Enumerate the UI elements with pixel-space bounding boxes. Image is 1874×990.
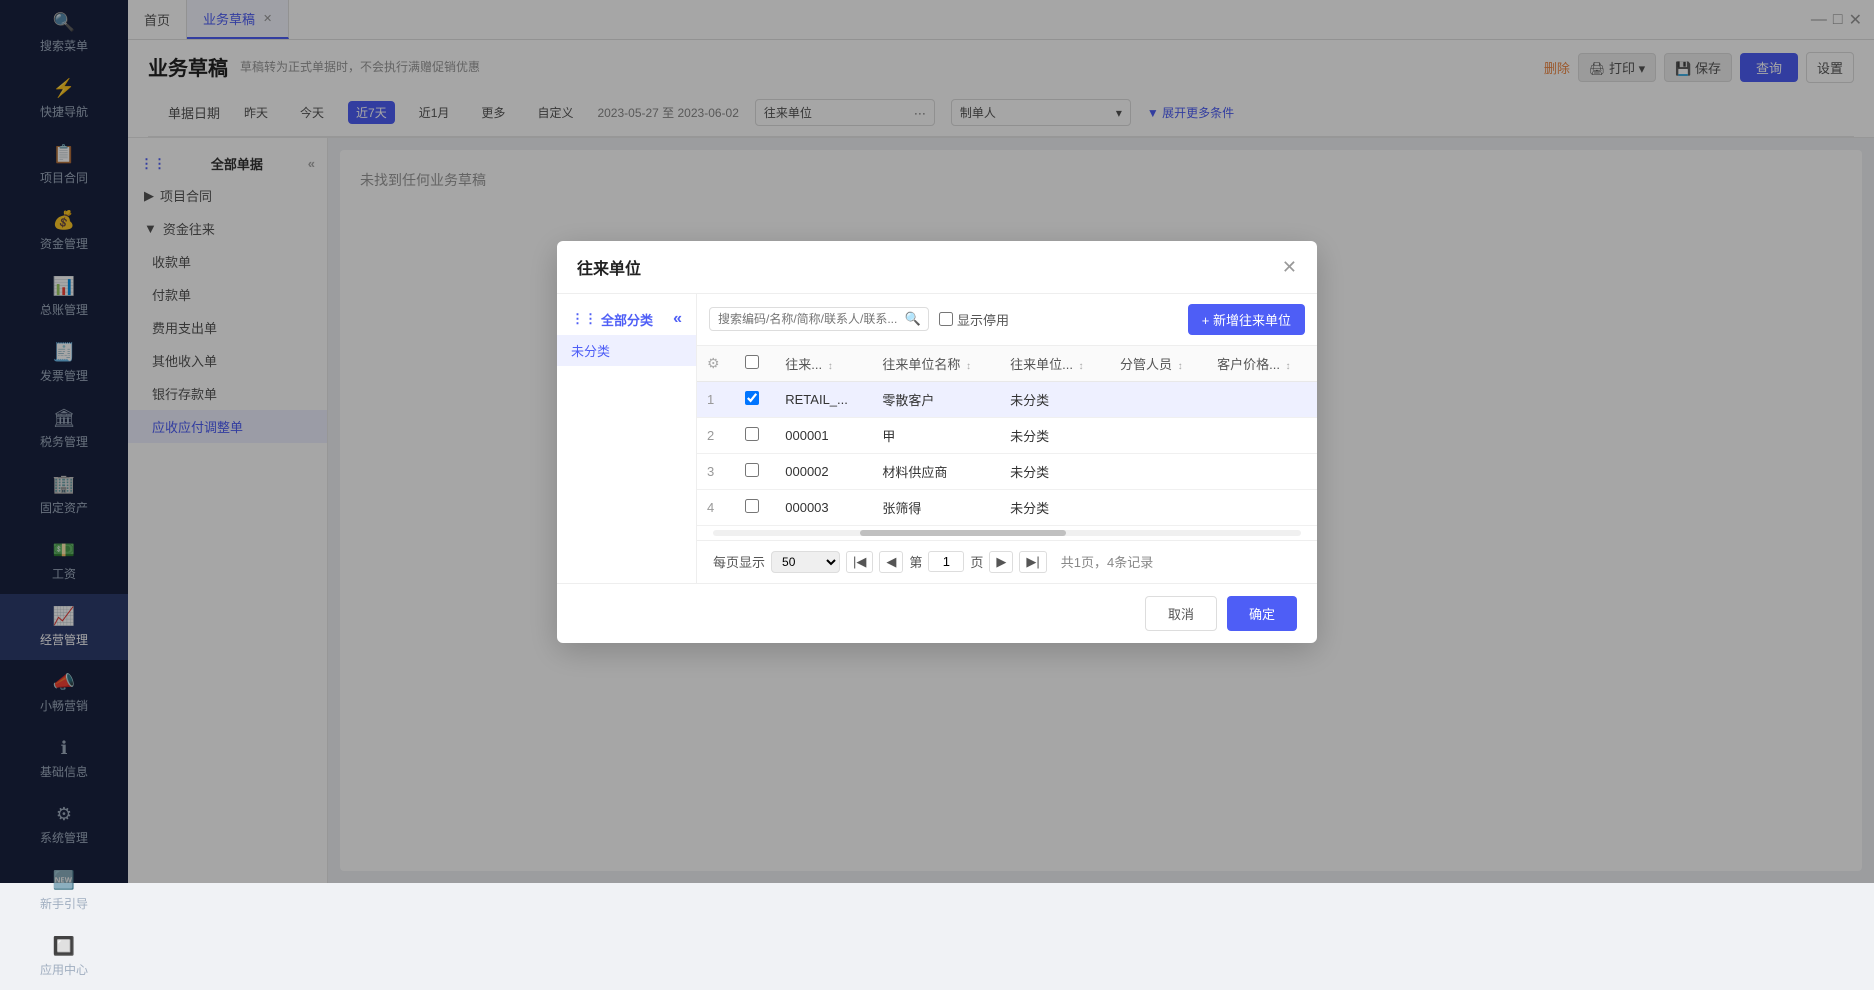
table-row[interactable]: 3 000002 材料供应商 未分类 (697, 453, 1317, 489)
row-manager (1110, 489, 1207, 525)
modal-footer: 取消 确定 (557, 583, 1317, 643)
row-category: 未分类 (1000, 381, 1110, 417)
row-checkbox-cell (735, 381, 775, 417)
table-scrollbar[interactable] (713, 530, 1301, 536)
row-code: 000002 (775, 453, 872, 489)
row-price-level (1207, 489, 1317, 525)
show-disabled-checkbox[interactable] (939, 312, 953, 326)
add-counterpart-button[interactable]: + 新增往来单位 (1188, 304, 1305, 335)
page-last-btn[interactable]: ▶| (1019, 551, 1046, 573)
page-size-select[interactable]: 50 10 20 100 (771, 551, 840, 573)
row-checkbox-cell (735, 489, 775, 525)
row-category: 未分类 (1000, 453, 1110, 489)
scrollbar-thumb[interactable] (860, 530, 1066, 536)
col-manager[interactable]: 分管人员 ↕ (1110, 346, 1207, 382)
page-number-label: 第 (909, 552, 922, 571)
page-number-input[interactable] (928, 551, 964, 572)
show-disabled-label[interactable]: 显示停用 (939, 310, 1009, 329)
col-code[interactable]: 往来... ↕ (775, 346, 872, 382)
table-row[interactable]: 2 000001 甲 未分类 (697, 417, 1317, 453)
page-first-btn[interactable]: |◀ (846, 551, 873, 573)
row-checkbox[interactable] (745, 463, 759, 477)
row-price-level (1207, 453, 1317, 489)
counterpart-modal: 往来单位 ✕ ⋮⋮ 全部分类 « 未分类 (557, 241, 1317, 643)
row-checkbox-cell (735, 453, 775, 489)
data-toolbar: 🔍 显示停用 + 新增往来单位 (697, 294, 1317, 346)
col-gear: ⚙ (697, 346, 735, 382)
data-panel: 🔍 显示停用 + 新增往来单位 ⚙ (697, 294, 1317, 583)
row-num: 1 (697, 381, 735, 417)
modal-header: 往来单位 ✕ (557, 241, 1317, 294)
row-name: 甲 (872, 417, 1000, 453)
modal-body: ⋮⋮ 全部分类 « 未分类 🔍 显示停 (557, 294, 1317, 583)
row-num: 2 (697, 417, 735, 453)
sidebar-item-app-center[interactable]: 🔲 应用中心 (0, 924, 128, 990)
col-category[interactable]: 往来单位... ↕ (1000, 346, 1110, 382)
row-price-level (1207, 381, 1317, 417)
row-code: RETAIL_... (775, 381, 872, 417)
table-container: ⚙ 往来... ↕ 往来单位名称 ↕ 往来单位... ↕ 分管人员 ↕ 客户价格… (697, 346, 1317, 526)
row-num: 4 (697, 489, 735, 525)
row-checkbox[interactable] (745, 427, 759, 441)
search-icon: 🔍 (905, 311, 921, 327)
row-checkbox-cell (735, 417, 775, 453)
table-row[interactable]: 4 000003 张筛得 未分类 (697, 489, 1317, 525)
category-item-uncategorized[interactable]: 未分类 (557, 335, 696, 366)
total-info: 共1页，4条记录 (1061, 552, 1153, 571)
counterpart-table: ⚙ 往来... ↕ 往来单位名称 ↕ 往来单位... ↕ 分管人员 ↕ 客户价格… (697, 346, 1317, 526)
page-next-btn[interactable]: ▶ (989, 551, 1013, 573)
row-category: 未分类 (1000, 489, 1110, 525)
row-manager (1110, 381, 1207, 417)
sidebar-label-guide: 新手引导 (40, 895, 88, 912)
row-price-level (1207, 417, 1317, 453)
category-title-label: 全部分类 (601, 310, 653, 329)
row-checkbox[interactable] (745, 499, 759, 513)
category-panel: ⋮⋮ 全部分类 « 未分类 (557, 294, 697, 583)
page-size-label: 每页显示 (713, 552, 765, 571)
row-name: 零散客户 (872, 381, 1000, 417)
col-select (735, 346, 775, 382)
row-checkbox[interactable] (745, 391, 759, 405)
row-code: 000003 (775, 489, 872, 525)
col-name[interactable]: 往来单位名称 ↕ (872, 346, 1000, 382)
row-name: 张筛得 (872, 489, 1000, 525)
sidebar-label-app-center: 应用中心 (40, 961, 88, 978)
cancel-button[interactable]: 取消 (1145, 596, 1217, 631)
page-label: 页 (970, 552, 983, 571)
search-input[interactable] (709, 307, 929, 331)
page-prev-btn[interactable]: ◀ (879, 551, 903, 573)
row-name: 材料供应商 (872, 453, 1000, 489)
row-manager (1110, 417, 1207, 453)
select-all-checkbox[interactable] (745, 355, 759, 369)
category-grid-icon: ⋮⋮ (571, 311, 597, 327)
row-code: 000001 (775, 417, 872, 453)
modal-title: 往来单位 (577, 255, 641, 279)
row-category: 未分类 (1000, 417, 1110, 453)
modal-close-button[interactable]: ✕ (1282, 258, 1297, 276)
row-manager (1110, 453, 1207, 489)
col-price-level[interactable]: 客户价格... ↕ (1207, 346, 1317, 382)
gear-icon[interactable]: ⚙ (707, 355, 720, 371)
category-collapse-btn[interactable]: « (673, 310, 682, 328)
show-disabled-text: 显示停用 (957, 310, 1009, 329)
row-num: 3 (697, 453, 735, 489)
pagination: 每页显示 50 10 20 100 |◀ ◀ 第 页 ▶ ▶| 共1页，4条记录 (697, 540, 1317, 583)
table-row[interactable]: 1 RETAIL_... 零散客户 未分类 (697, 381, 1317, 417)
category-panel-title: ⋮⋮ 全部分类 « (557, 304, 696, 335)
search-wrap: 🔍 (709, 307, 929, 331)
modal-overlay[interactable]: 往来单位 ✕ ⋮⋮ 全部分类 « 未分类 (0, 0, 1874, 883)
app-center-icon: 🔲 (53, 936, 75, 957)
confirm-button[interactable]: 确定 (1227, 596, 1297, 631)
